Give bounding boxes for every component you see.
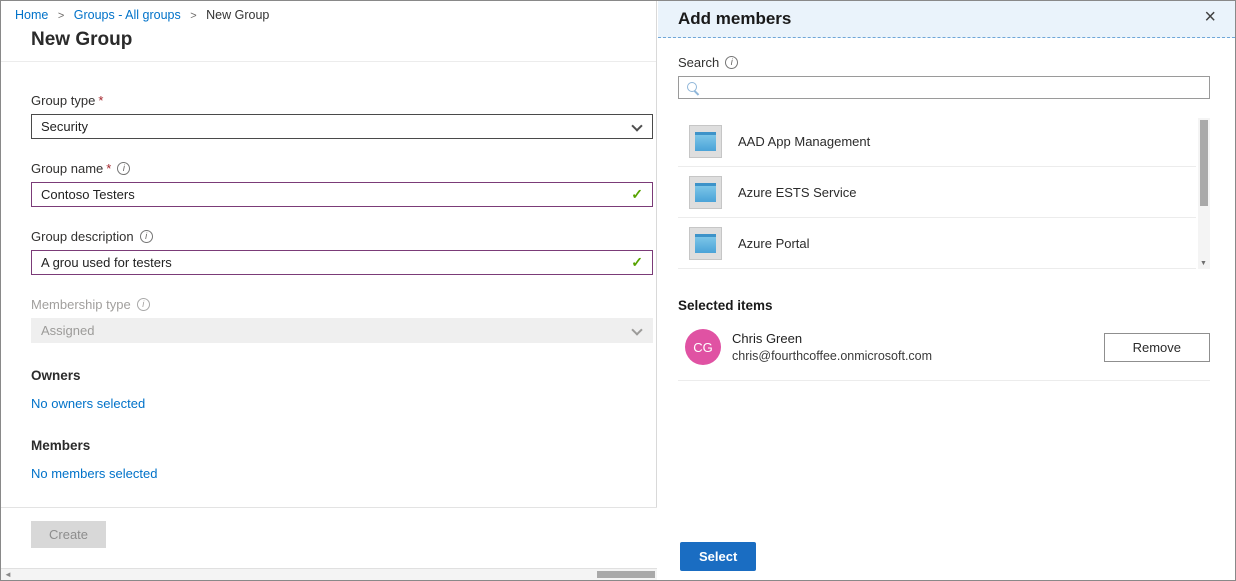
- add-members-header: Add members ×: [658, 1, 1235, 38]
- group-description-label: Group description i: [31, 229, 653, 244]
- selected-item-text: Chris Green chris@fourthcoffee.onmicroso…: [732, 331, 932, 363]
- info-icon: i: [137, 298, 150, 311]
- selected-items-heading: Selected items: [678, 298, 1210, 313]
- owners-heading: Owners: [31, 368, 653, 383]
- vertical-scrollbar-thumb[interactable]: [1200, 120, 1208, 206]
- add-members-panel: Add members × Search i AAD App Managemen…: [658, 1, 1235, 580]
- selected-item-row: CG Chris Green chris@fourthcoffee.onmicr…: [678, 329, 1210, 381]
- breadcrumb-separator: >: [190, 10, 196, 22]
- group-name-field: Group name* i ✓: [31, 161, 653, 207]
- valid-check-icon: ✓: [631, 186, 643, 203]
- list-item[interactable]: Azure Portal: [678, 218, 1196, 269]
- app-icon: [689, 125, 722, 158]
- search-box: [678, 76, 1210, 99]
- group-type-field: Group type* Security: [31, 93, 653, 139]
- result-name: Azure ESTS Service: [738, 185, 857, 200]
- group-name-input-wrap: ✓: [31, 182, 653, 207]
- breadcrumb-groups-all-groups[interactable]: Groups - All groups: [74, 8, 181, 22]
- membership-type-dropdown: Assigned: [31, 318, 653, 343]
- select-button[interactable]: Select: [680, 542, 756, 571]
- group-type-label-text: Group type: [31, 93, 95, 108]
- owners-selected-link[interactable]: No owners selected: [31, 396, 145, 411]
- breadcrumb-home[interactable]: Home: [15, 8, 48, 22]
- breadcrumb-current: New Group: [206, 8, 269, 22]
- group-description-label-text: Group description: [31, 229, 134, 244]
- info-icon: i: [140, 230, 153, 243]
- info-icon: i: [117, 162, 130, 175]
- group-description-input-wrap: ✓: [31, 250, 653, 275]
- members-selected-link[interactable]: No members selected: [31, 466, 157, 481]
- scroll-left-arrow-icon[interactable]: ◄: [4, 570, 12, 580]
- search-input[interactable]: [705, 78, 1205, 97]
- vertical-scrollbar[interactable]: ▼: [1198, 118, 1210, 269]
- app-window-glyph: [695, 183, 716, 202]
- membership-type-field: Membership type i Assigned: [31, 297, 653, 343]
- search-label: Search i: [678, 55, 1210, 70]
- chevron-down-icon: [631, 120, 642, 131]
- selected-item-name: Chris Green: [732, 331, 932, 346]
- blade-footer: Create: [1, 507, 657, 568]
- result-name: Azure Portal: [738, 236, 810, 251]
- group-type-label: Group type*: [31, 93, 653, 108]
- app-icon: [689, 176, 722, 209]
- horizontal-scrollbar[interactable]: ◄: [1, 568, 657, 580]
- app-window-glyph: [695, 132, 716, 151]
- required-asterisk: *: [98, 93, 103, 108]
- new-group-blade: Home > Groups - All groups > New Group N…: [1, 1, 657, 580]
- azure-portal-window: Home > Groups - All groups > New Group N…: [0, 0, 1236, 581]
- group-type-dropdown[interactable]: Security: [31, 114, 653, 139]
- blade-header: Home > Groups - All groups > New Group N…: [1, 1, 656, 62]
- list-item[interactable]: Azure ESTS Service: [678, 167, 1196, 218]
- result-name: AAD App Management: [738, 134, 870, 149]
- members-heading: Members: [31, 438, 653, 453]
- remove-button[interactable]: Remove: [1104, 333, 1210, 362]
- search-results-list: AAD App Management Azure ESTS Service Az…: [678, 116, 1210, 269]
- list-item[interactable]: AAD App Management: [678, 116, 1196, 167]
- group-description-input[interactable]: [41, 255, 643, 270]
- panel-title: Add members: [678, 9, 791, 29]
- group-type-value: Security: [41, 119, 88, 134]
- membership-type-value: Assigned: [41, 323, 94, 338]
- avatar: CG: [685, 329, 721, 365]
- search-label-text: Search: [678, 55, 719, 70]
- breadcrumb-separator: >: [58, 10, 64, 22]
- app-icon: [689, 227, 722, 260]
- group-description-field: Group description i ✓: [31, 229, 653, 275]
- valid-check-icon: ✓: [631, 254, 643, 271]
- selected-item-email: chris@fourthcoffee.onmicrosoft.com: [732, 349, 932, 363]
- close-icon[interactable]: ×: [1198, 4, 1222, 30]
- search-icon: [687, 82, 697, 92]
- group-name-input[interactable]: [41, 187, 643, 202]
- create-button[interactable]: Create: [31, 521, 106, 548]
- info-icon: i: [725, 56, 738, 69]
- membership-type-label: Membership type i: [31, 297, 653, 312]
- group-name-label-text: Group name: [31, 161, 103, 176]
- horizontal-scrollbar-thumb[interactable]: [597, 571, 655, 578]
- membership-type-label-text: Membership type: [31, 297, 131, 312]
- group-name-label: Group name* i: [31, 161, 653, 176]
- add-members-body: Search i AAD App Management Azure ESTS S…: [658, 55, 1235, 581]
- scroll-down-arrow-icon[interactable]: ▼: [1200, 260, 1207, 267]
- app-window-glyph: [695, 234, 716, 253]
- new-group-form: Group type* Security Group name* i ✓: [1, 93, 653, 483]
- breadcrumb: Home > Groups - All groups > New Group: [1, 1, 656, 22]
- page-title: New Group: [31, 29, 656, 51]
- chevron-down-icon: [631, 324, 642, 335]
- required-asterisk: *: [106, 161, 111, 176]
